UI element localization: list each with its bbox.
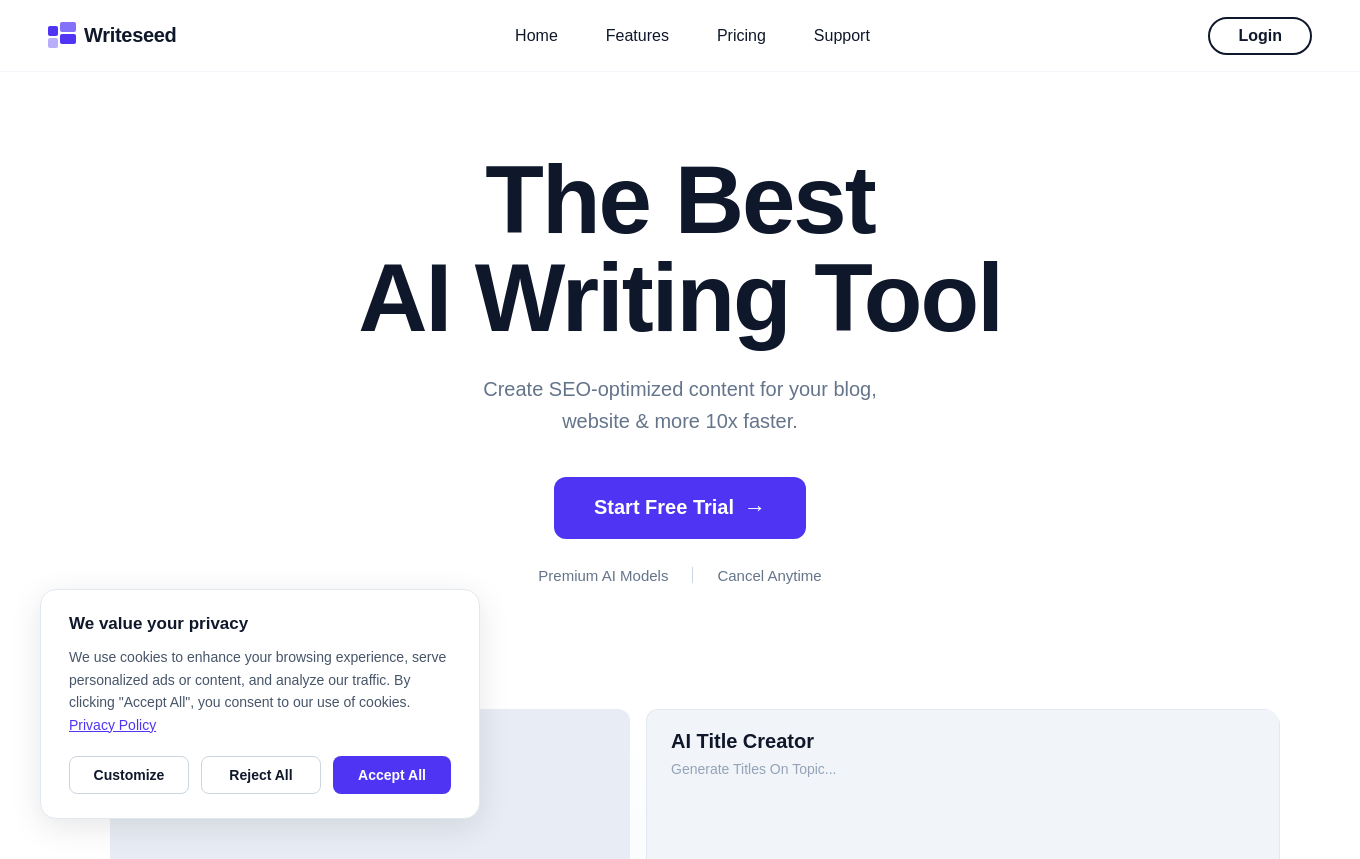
logo-link[interactable]: Writeseed <box>48 22 177 50</box>
nav-support[interactable]: Support <box>814 27 870 44</box>
preview-card-subtitle: Generate Titles On Topic... <box>671 761 1255 777</box>
accept-all-button[interactable]: Accept All <box>333 756 451 794</box>
logo-icon <box>48 22 76 50</box>
hero-section: The Best AI Writing Tool Create SEO-opti… <box>0 72 1360 624</box>
cookie-title: We value your privacy <box>69 614 451 634</box>
cta-arrow-icon: → <box>744 495 766 521</box>
svg-rect-0 <box>48 26 58 36</box>
feature-divider <box>692 567 693 583</box>
logo-text: Writeseed <box>84 24 177 47</box>
privacy-policy-link[interactable]: Privacy Policy <box>69 717 156 733</box>
login-button[interactable]: Login <box>1208 17 1312 55</box>
preview-right-panel: AI Title Creator Generate Titles On Topi… <box>646 709 1280 859</box>
hero-subtitle: Create SEO-optimized content for your bl… <box>483 373 877 437</box>
hero-title-line2: AI Writing Tool <box>358 248 1002 349</box>
nav-links: Home Features Pricing Support <box>515 27 870 45</box>
navbar: Writeseed Home Features Pricing Support … <box>0 0 1360 72</box>
nav-features[interactable]: Features <box>606 27 669 44</box>
svg-rect-2 <box>60 22 76 32</box>
hero-features: Premium AI Models Cancel Anytime <box>538 567 821 584</box>
svg-rect-1 <box>48 38 58 48</box>
cookie-body: We use cookies to enhance your browsing … <box>69 646 451 736</box>
nav-pricing[interactable]: Pricing <box>717 27 766 44</box>
cta-label: Start Free Trial <box>594 496 734 519</box>
svg-rect-3 <box>60 34 76 44</box>
customize-button[interactable]: Customize <box>69 756 189 794</box>
feature-cancel-anytime: Cancel Anytime <box>717 567 821 584</box>
start-free-trial-button[interactable]: Start Free Trial → <box>554 477 806 539</box>
feature-premium-ai: Premium AI Models <box>538 567 668 584</box>
nav-home[interactable]: Home <box>515 27 558 44</box>
preview-card-title: AI Title Creator <box>671 730 1255 753</box>
reject-all-button[interactable]: Reject All <box>201 756 321 794</box>
hero-title-line1: The Best <box>485 152 874 248</box>
cookie-banner: We value your privacy We use cookies to … <box>40 589 480 819</box>
cookie-actions: Customize Reject All Accept All <box>69 756 451 794</box>
